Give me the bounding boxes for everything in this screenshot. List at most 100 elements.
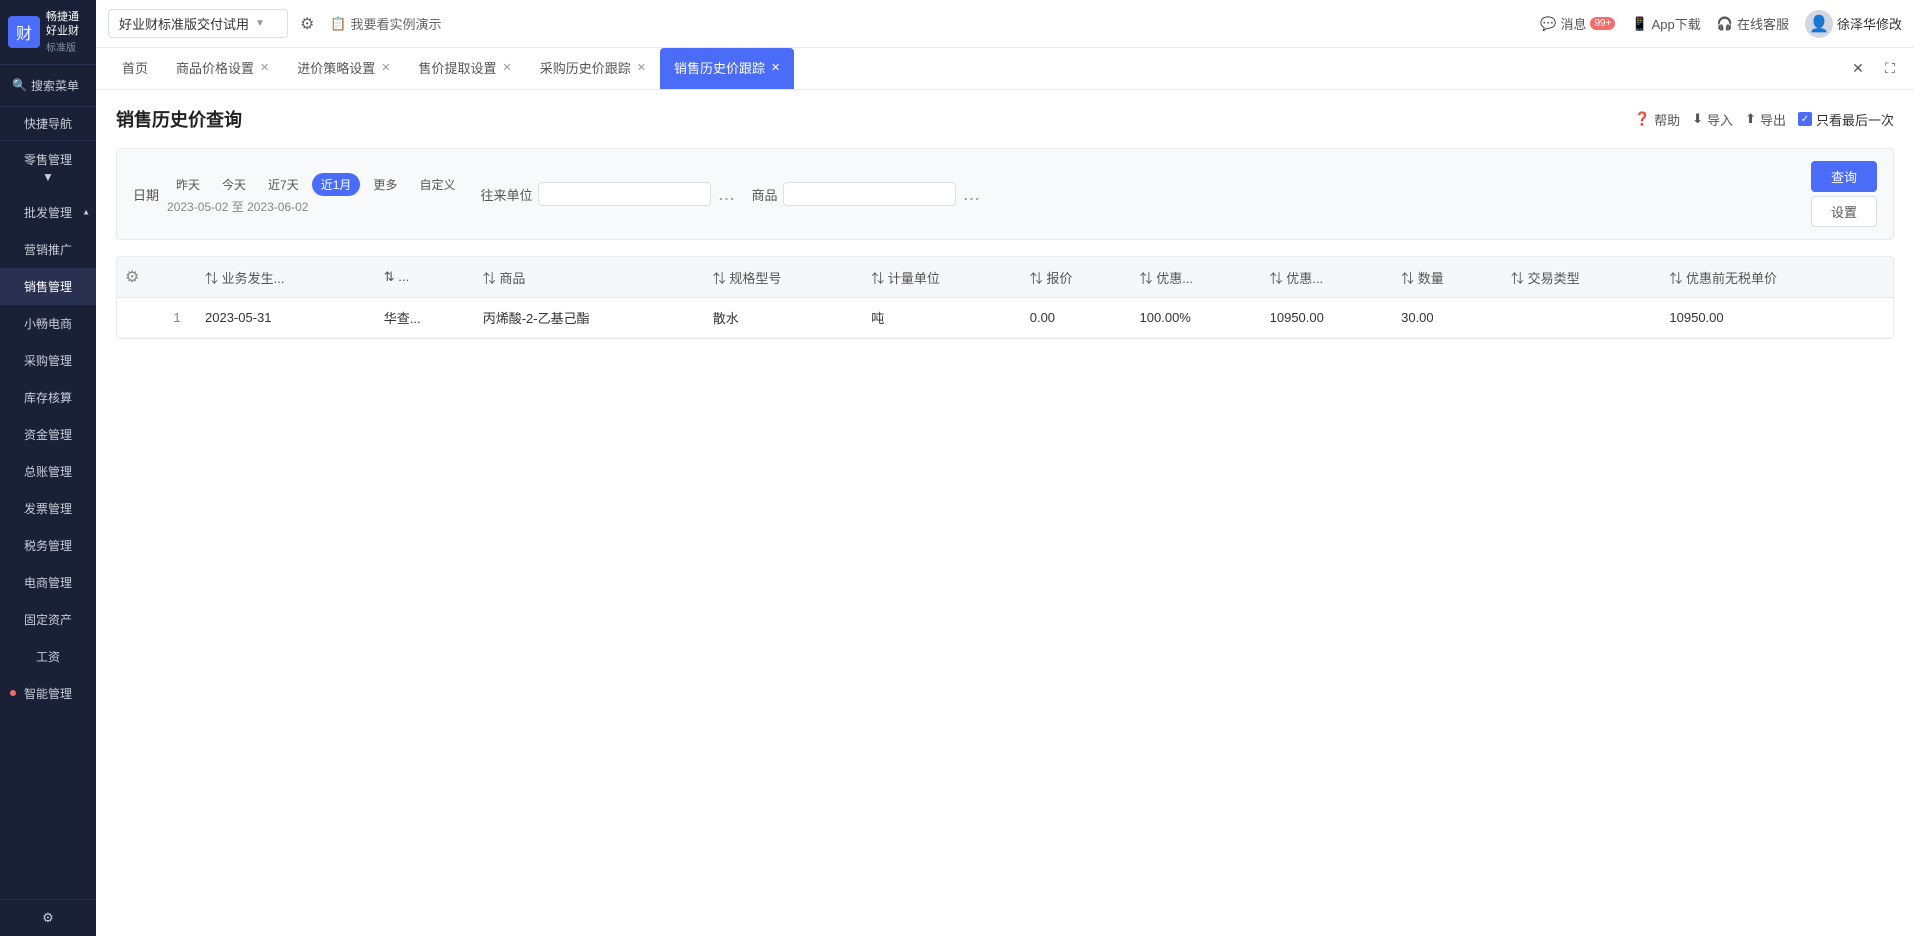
tab-product-price-close-icon[interactable]: ✕ (260, 61, 269, 74)
quick-nav-label: 快捷导航 (24, 117, 72, 131)
row-trade-type-cell (1503, 298, 1661, 338)
assets-label: 固定资产 (24, 611, 72, 628)
tab-sales-history-close-icon[interactable]: ✕ (771, 61, 780, 74)
col-spec-label: 规格型号 (729, 271, 781, 286)
user-menu-button[interactable]: 👤 徐泽华修改 (1805, 10, 1902, 38)
filter-settings-button[interactable]: 设置 (1811, 196, 1877, 227)
export-button[interactable]: ⬆ 导出 (1745, 110, 1786, 129)
ecommerce-label: 电商管理 (24, 574, 72, 591)
app-download-button[interactable]: 📱 App下载 (1631, 14, 1700, 33)
sidebar-item-inventory[interactable]: 库存核算 (0, 379, 96, 416)
sidebar-item-finance[interactable]: 资金管理 (0, 416, 96, 453)
sidebar-item-invoice[interactable]: 发票管理 (0, 490, 96, 527)
sidebar-item-ecommerce-small[interactable]: 小畅电商 (0, 305, 96, 342)
row-price-cell: 0.00 (1022, 298, 1132, 338)
page-header-actions: ❓ 帮助 ⬇ 导入 ⬆ 导出 ✓ 只看最后一次 (1634, 110, 1894, 129)
source-unit-input[interactable] (538, 182, 711, 206)
source-unit-more-button[interactable]: … (717, 185, 735, 203)
sidebar-item-general-ledger[interactable]: 总账管理 (0, 453, 96, 490)
sidebar-item-smart[interactable]: 智能管理 (0, 675, 96, 712)
workspace-settings-button[interactable]: ⚙ (296, 10, 318, 38)
col-header-pretax-price[interactable]: ⇅ 优惠前无税单价 (1661, 257, 1893, 298)
import-button[interactable]: ⬇ 导入 (1692, 110, 1733, 129)
col-header-spec[interactable]: ⇅ 规格型号 (705, 257, 863, 298)
col-header-price[interactable]: ⇅ 报价 (1022, 257, 1132, 298)
payroll-label: 工资 (36, 648, 60, 665)
workspace-selector[interactable]: 好业财标准版交付试用 ▼ (108, 9, 288, 38)
col-header-unit[interactable]: ⇅ 计量单位 (863, 257, 1021, 298)
online-service-button[interactable]: 🎧 在线客服 (1717, 14, 1789, 33)
sidebar-item-wholesale[interactable]: 批发管理 (0, 194, 96, 231)
col-header-trade-type[interactable]: ⇅ 交易类型 (1503, 257, 1661, 298)
tab-sale-extract-close-icon[interactable]: ✕ (503, 61, 512, 74)
tab-sales-history-label: 销售历史价跟踪 (674, 58, 765, 77)
col-biz-date-label: 业务发生... (222, 271, 285, 286)
sidebar-item-sales[interactable]: 销售管理 (0, 268, 96, 305)
sidebar: 财 畅捷通好业财 标准版 🔍 搜索菜单 快捷导航 零售管理 批发管理 营销推广 … (0, 0, 96, 936)
product-more-button[interactable]: … (962, 185, 980, 203)
tax-label: 税务管理 (24, 537, 72, 554)
tab-product-price[interactable]: 商品价格设置 ✕ (162, 48, 283, 89)
col-header-biz-date[interactable]: ⇅ 业务发生... (197, 257, 376, 298)
col-header-gear[interactable]: ⚙ (117, 257, 157, 298)
tab-purchase-history-close-icon[interactable]: ✕ (637, 61, 646, 74)
date-option-custom[interactable]: 自定义 (410, 173, 464, 196)
sidebar-item-tax[interactable]: 税务管理 (0, 527, 96, 564)
tab-sale-extract[interactable]: 售价提取设置 ✕ (404, 48, 525, 89)
date-option-1month[interactable]: 近1月 (312, 173, 361, 196)
help-button[interactable]: ❓ 帮助 (1634, 110, 1680, 129)
sort-icon-biz-date: ⇅ (205, 271, 218, 286)
col-product-label: 商品 (499, 271, 525, 286)
tab-purchase-strategy-close-icon[interactable]: ✕ (381, 61, 390, 74)
window-maximize-button[interactable]: ⛶ (1878, 57, 1902, 81)
sidebar-search-section: 🔍 搜索菜单 (0, 65, 96, 107)
window-close-button[interactable]: ✕ (1846, 57, 1870, 81)
col-header-more[interactable]: ⇅ ... (376, 257, 475, 298)
col-header-product[interactable]: ⇅ 商品 (475, 257, 705, 298)
query-button[interactable]: 查询 (1811, 161, 1877, 192)
sidebar-item-ecommerce[interactable]: 电商管理 (0, 564, 96, 601)
col-pretax-price-label: 优惠前无税单价 (1686, 271, 1777, 286)
col-header-quantity[interactable]: ⇅ 数量 (1393, 257, 1503, 298)
sidebar-item-payroll[interactable]: 工资 (0, 638, 96, 675)
inventory-label: 库存核算 (24, 389, 72, 406)
date-option-yesterday[interactable]: 昨天 (167, 173, 209, 196)
sidebar-item-retail[interactable]: 零售管理 (0, 141, 96, 194)
tab-sale-extract-label: 售价提取设置 (418, 58, 496, 77)
tab-purchase-strategy[interactable]: 进价策略设置 ✕ (283, 48, 404, 89)
export-label: 导出 (1760, 110, 1786, 129)
sort-icon-discount1: ⇅ (1140, 271, 1153, 286)
tab-sales-history[interactable]: 销售历史价跟踪 ✕ (660, 48, 794, 89)
tab-purchase-history[interactable]: 采购历史价跟踪 ✕ (526, 48, 660, 89)
only-last-checkbox[interactable]: ✓ 只看最后一次 (1798, 110, 1894, 129)
date-option-today[interactable]: 今天 (213, 173, 255, 196)
sidebar-settings-button[interactable]: ⚙ (0, 899, 96, 936)
table-header-row: ⚙ ⇅ 业务发生... ⇅ ... ⇅ 商品 (117, 257, 1893, 298)
message-button[interactable]: 💬 消息 99+ (1540, 14, 1615, 33)
col-header-discount1[interactable]: ⇅ 优惠... (1132, 257, 1262, 298)
demo-button[interactable]: 📋 我要看实例演示 (330, 14, 441, 33)
quick-nav-button[interactable]: 快捷导航 (0, 107, 96, 141)
sidebar-item-marketing[interactable]: 营销推广 (0, 231, 96, 268)
sidebar-item-purchase[interactable]: 采购管理 (0, 342, 96, 379)
sort-icon-quantity: ⇅ (1401, 271, 1414, 286)
sidebar-item-assets[interactable]: 固定资产 (0, 601, 96, 638)
search-menu-label: 搜索菜单 (31, 77, 79, 94)
sort-icon-price: ⇅ (1030, 271, 1043, 286)
settings-icon: ⚙ (42, 910, 54, 925)
product-input[interactable] (783, 182, 956, 206)
col-trade-type-label: 交易类型 (1528, 271, 1580, 286)
gear-icon: ⚙ (300, 16, 314, 33)
ecommerce-small-label: 小畅电商 (24, 315, 72, 332)
search-menu-button[interactable]: 🔍 搜索菜单 (8, 73, 88, 98)
tab-home[interactable]: 首页 (108, 48, 162, 89)
export-icon: ⬆ (1745, 111, 1756, 127)
date-option-7days[interactable]: 近7天 (259, 173, 308, 196)
date-option-more[interactable]: 更多 (364, 173, 406, 196)
phone-icon: 📱 (1631, 16, 1647, 32)
row-gear-cell (117, 298, 157, 338)
demo-icon: 📋 (330, 16, 346, 32)
finance-label: 资金管理 (24, 426, 72, 443)
invoice-label: 发票管理 (24, 500, 72, 517)
col-header-discount2[interactable]: ⇅ 优惠... (1262, 257, 1393, 298)
